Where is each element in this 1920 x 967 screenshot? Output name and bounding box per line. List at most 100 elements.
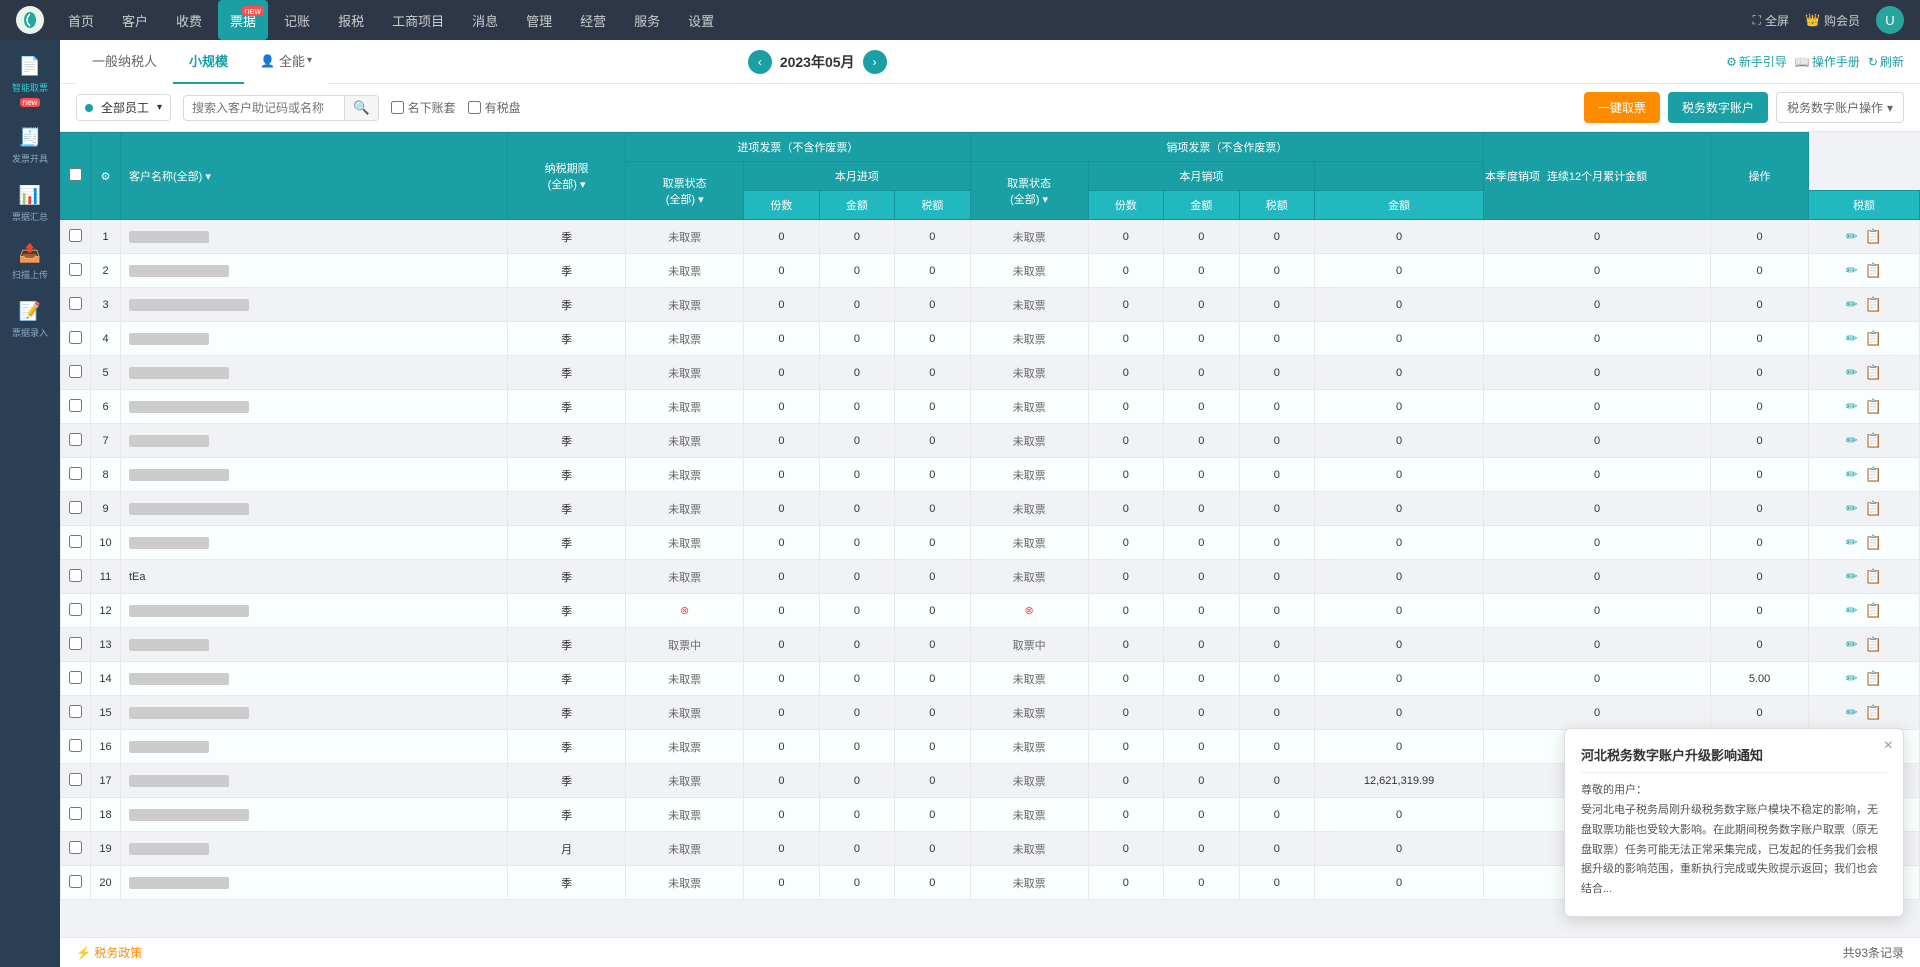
col-ops-header: 操作 xyxy=(1711,133,1809,220)
col-input-status-header: 取票状态(全部) ▾ xyxy=(626,162,744,220)
nav-item-fee[interactable]: 收费 xyxy=(164,0,214,40)
member-btn[interactable]: 👑 购会员 xyxy=(1805,12,1860,29)
edit-btn[interactable]: ✏ xyxy=(1844,430,1860,451)
copy-btn[interactable]: 📋 xyxy=(1863,260,1884,281)
row-input-count-cell: 0 xyxy=(744,458,819,492)
copy-btn[interactable]: 📋 xyxy=(1863,396,1884,417)
copy-btn[interactable]: 📋 xyxy=(1863,294,1884,315)
row-output-status-cell: 未取票 xyxy=(970,798,1088,832)
row-checkbox[interactable] xyxy=(69,467,82,480)
copy-btn[interactable]: 📋 xyxy=(1863,464,1884,485)
row-checkbox[interactable] xyxy=(69,331,82,344)
edit-btn[interactable]: ✏ xyxy=(1844,634,1860,655)
table-row: 14 ██████████ 季 未取票 0 0 0 未取票 0 0 0 0 0 … xyxy=(61,662,1920,696)
row-checkbox[interactable] xyxy=(69,807,82,820)
edit-btn[interactable]: ✏ xyxy=(1844,566,1860,587)
new-guide-btn[interactable]: ⚙ 新手引导 xyxy=(1726,53,1787,70)
nav-item-ticket[interactable]: 票据 new xyxy=(218,0,268,40)
row-checkbox[interactable] xyxy=(69,773,82,786)
edit-btn[interactable]: ✏ xyxy=(1844,668,1860,689)
edit-btn[interactable]: ✏ xyxy=(1844,498,1860,519)
row-checkbox-cell xyxy=(61,526,91,560)
row-checkbox[interactable] xyxy=(69,399,82,412)
row-checkbox[interactable] xyxy=(69,433,82,446)
tax-digital-ops-btn[interactable]: 税务数字账户操作 ▾ xyxy=(1776,92,1904,123)
edit-btn[interactable]: ✏ xyxy=(1844,260,1860,281)
edit-btn[interactable]: ✏ xyxy=(1844,396,1860,417)
sidebar-item-scan-upload[interactable]: 📤 扫描上传 xyxy=(0,235,60,289)
nav-item-message[interactable]: 消息 xyxy=(460,0,510,40)
edit-btn[interactable]: ✏ xyxy=(1844,702,1860,723)
row-checkbox[interactable] xyxy=(69,569,82,582)
sidebar-item-invoice-entry[interactable]: 📝 票据录入 xyxy=(0,293,60,347)
row-checkbox-cell xyxy=(61,662,91,696)
select-all-checkbox[interactable] xyxy=(69,168,82,181)
label-subordinate[interactable]: 名下账套 xyxy=(391,99,456,116)
row-checkbox[interactable] xyxy=(69,671,82,684)
copy-btn[interactable]: 📋 xyxy=(1863,430,1884,451)
row-checkbox[interactable] xyxy=(69,637,82,650)
tab-general-taxpayer[interactable]: 一般纳税人 xyxy=(76,40,173,84)
nav-item-customer[interactable]: 客户 xyxy=(110,0,160,40)
row-checkbox[interactable] xyxy=(69,297,82,310)
row-checkbox[interactable] xyxy=(69,263,82,276)
checkbox-subordinate[interactable] xyxy=(391,101,404,114)
nav-item-operation[interactable]: 经营 xyxy=(568,0,618,40)
sidebar-item-smart-ticket[interactable]: 📄 智能取票 new xyxy=(0,48,60,115)
one-key-ticket-btn[interactable]: 一键取票 xyxy=(1584,92,1660,123)
period-prev-btn[interactable]: ‹ xyxy=(748,50,772,74)
copy-btn[interactable]: 📋 xyxy=(1863,498,1884,519)
row-checkbox[interactable] xyxy=(69,875,82,888)
row-checkbox[interactable] xyxy=(69,705,82,718)
copy-btn[interactable]: 📋 xyxy=(1863,668,1884,689)
nav-item-business[interactable]: 工商项目 xyxy=(380,0,456,40)
refresh-btn[interactable]: ↻ 刷新 xyxy=(1868,53,1904,70)
copy-btn[interactable]: 📋 xyxy=(1863,226,1884,247)
sidebar-item-invoice-open[interactable]: 🧾 发票开具 xyxy=(0,119,60,173)
notification-close-btn[interactable]: × xyxy=(1884,737,1893,755)
copy-btn[interactable]: 📋 xyxy=(1863,532,1884,553)
smart-ticket-badge: new xyxy=(20,98,41,107)
row-quarterly-amount-cell: 0 xyxy=(1315,390,1484,424)
copy-btn[interactable]: 📋 xyxy=(1863,600,1884,621)
edit-btn[interactable]: ✏ xyxy=(1844,294,1860,315)
staff-filter[interactable]: 全部员工 ▾ xyxy=(76,94,171,121)
row-checkbox[interactable] xyxy=(69,603,82,616)
tab-small-scale[interactable]: 小规模 xyxy=(173,40,244,84)
search-input[interactable] xyxy=(184,97,344,119)
fullscreen-btn[interactable]: ⛶ 全屏 xyxy=(1753,12,1789,29)
copy-btn[interactable]: 📋 xyxy=(1863,634,1884,655)
row-checkbox[interactable] xyxy=(69,841,82,854)
sidebar-item-invoice-summary[interactable]: 📊 票据汇总 xyxy=(0,177,60,231)
row-checkbox[interactable] xyxy=(69,229,82,242)
row-checkbox[interactable] xyxy=(69,739,82,752)
user-avatar[interactable]: U xyxy=(1876,6,1904,34)
checkbox-tax-disk[interactable] xyxy=(468,101,481,114)
edit-btn[interactable]: ✏ xyxy=(1844,600,1860,621)
copy-btn[interactable]: 📋 xyxy=(1863,566,1884,587)
row-checkbox[interactable] xyxy=(69,535,82,548)
tax-digital-account-btn[interactable]: 税务数字账户 xyxy=(1668,92,1768,123)
label-tax-disk[interactable]: 有税盘 xyxy=(468,99,521,116)
copy-btn[interactable]: 📋 xyxy=(1863,328,1884,349)
copy-btn[interactable]: 📋 xyxy=(1863,702,1884,723)
row-checkbox[interactable] xyxy=(69,365,82,378)
nav-item-home[interactable]: 首页 xyxy=(56,0,106,40)
search-button[interactable]: 🔍 xyxy=(344,96,378,120)
period-next-btn[interactable]: › xyxy=(863,50,887,74)
tax-policy-link[interactable]: ⚡ 税务政策 xyxy=(76,944,142,961)
edit-btn[interactable]: ✏ xyxy=(1844,532,1860,553)
edit-btn[interactable]: ✏ xyxy=(1844,362,1860,383)
nav-item-settings[interactable]: 设置 xyxy=(676,0,726,40)
nav-item-service[interactable]: 服务 xyxy=(622,0,672,40)
nav-item-tax[interactable]: 报税 xyxy=(326,0,376,40)
manual-btn[interactable]: 📖 操作手册 xyxy=(1795,53,1860,70)
row-checkbox[interactable] xyxy=(69,501,82,514)
edit-btn[interactable]: ✏ xyxy=(1844,328,1860,349)
edit-btn[interactable]: ✏ xyxy=(1844,226,1860,247)
edit-btn[interactable]: ✏ xyxy=(1844,464,1860,485)
nav-item-accounting[interactable]: 记账 xyxy=(272,0,322,40)
nav-item-manage[interactable]: 管理 xyxy=(514,0,564,40)
copy-btn[interactable]: 📋 xyxy=(1863,362,1884,383)
tab-all[interactable]: 👤 全能 ▾ xyxy=(244,40,328,84)
